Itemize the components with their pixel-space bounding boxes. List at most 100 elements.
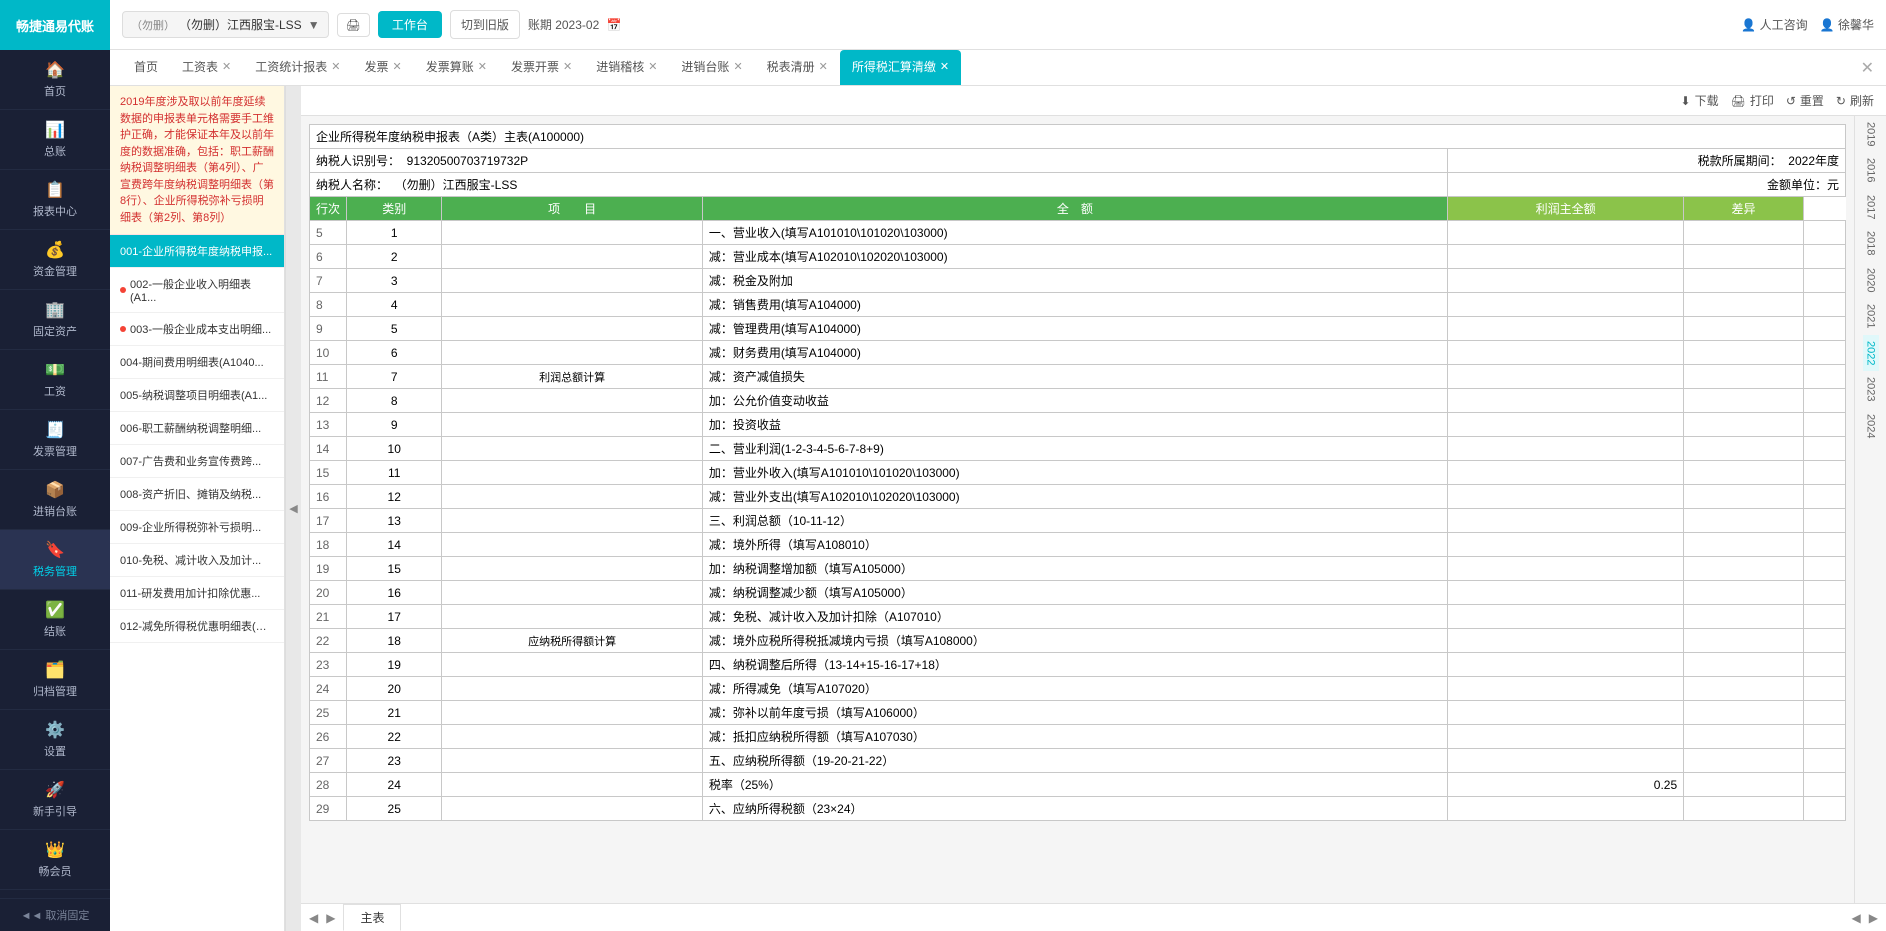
sheet-nav-left[interactable]: ◀ [309, 911, 318, 925]
sub-nav-item[interactable]: 001-企业所得税年度纳税申报... [110, 235, 284, 268]
company-selector[interactable]: （勿删） （勿删）江西服宝-LSS ▼ [122, 11, 329, 38]
amount-cell[interactable] [1448, 509, 1684, 533]
tab-发票开票[interactable]: 发票开票 ✕ [499, 50, 584, 85]
diff-cell[interactable] [1803, 221, 1845, 245]
diff-cell[interactable] [1803, 581, 1845, 605]
sidebar-item-inout[interactable]: 📦进销台账 [0, 470, 110, 530]
amount-cell[interactable] [1448, 725, 1684, 749]
diff-cell[interactable] [1803, 773, 1845, 797]
year-item-2016[interactable]: 2016 [1863, 152, 1879, 188]
sub-nav-item[interactable]: 010-免税、减计收入及加计... [110, 544, 284, 577]
lirun-cell[interactable] [1684, 365, 1804, 389]
collapse-panel-btn[interactable]: ◀ [285, 86, 301, 931]
print-icon-btn[interactable]: 🖨 [337, 13, 370, 37]
sheet-scroll-left[interactable]: ◀ [1852, 911, 1861, 925]
sidebar-item-ledger[interactable]: 📊总账 [0, 110, 110, 170]
amount-cell[interactable] [1448, 533, 1684, 557]
amount-cell[interactable] [1448, 221, 1684, 245]
amount-cell[interactable] [1448, 485, 1684, 509]
sidebar-item-settings[interactable]: ⚙️设置 [0, 710, 110, 770]
sidebar-item-close[interactable]: ✅结账 [0, 590, 110, 650]
diff-cell[interactable] [1803, 629, 1845, 653]
amount-cell[interactable] [1448, 797, 1684, 821]
lirun-cell[interactable] [1684, 221, 1804, 245]
sidebar-item-salary[interactable]: 💵工资 [0, 350, 110, 410]
tab-进销台账[interactable]: 进销台账 ✕ [669, 50, 754, 85]
lirun-cell[interactable] [1684, 461, 1804, 485]
tab-close-icon[interactable]: ✕ [819, 60, 828, 73]
lirun-cell[interactable] [1684, 605, 1804, 629]
history-button[interactable]: 切到旧版 [450, 10, 520, 39]
diff-cell[interactable] [1803, 461, 1845, 485]
amount-cell[interactable] [1448, 365, 1684, 389]
amount-cell[interactable] [1448, 701, 1684, 725]
lirun-cell[interactable] [1684, 341, 1804, 365]
amount-cell[interactable] [1448, 629, 1684, 653]
tab-所得税汇算清缴[interactable]: 所得税汇算清缴 ✕ [840, 50, 961, 85]
amount-cell[interactable] [1448, 581, 1684, 605]
lirun-cell[interactable] [1684, 581, 1804, 605]
lirun-cell[interactable] [1684, 653, 1804, 677]
lirun-cell[interactable] [1684, 389, 1804, 413]
spreadsheet-container[interactable]: 企业所得税年度纳税申报表（A类）主表(A100000)纳税人识别号： 91320… [301, 116, 1854, 903]
sidebar-item-assets[interactable]: 🏢固定资产 [0, 290, 110, 350]
diff-cell[interactable] [1803, 749, 1845, 773]
lirun-cell[interactable] [1684, 629, 1804, 653]
lirun-cell[interactable] [1684, 245, 1804, 269]
lirun-cell[interactable] [1684, 437, 1804, 461]
sidebar-item-tax[interactable]: 🔖税务管理 [0, 530, 110, 590]
lirun-cell[interactable] [1684, 773, 1804, 797]
lirun-cell[interactable] [1684, 749, 1804, 773]
amount-cell[interactable]: 0.25 [1448, 773, 1684, 797]
tab-close-icon[interactable]: ✕ [331, 60, 340, 73]
amount-cell[interactable] [1448, 389, 1684, 413]
reset-btn[interactable]: ↺ 重置 [1786, 92, 1824, 109]
lirun-cell[interactable] [1684, 677, 1804, 701]
sidebar-item-archive[interactable]: 🗂️归档管理 [0, 650, 110, 710]
lirun-cell[interactable] [1684, 293, 1804, 317]
period-calendar-icon[interactable]: 📅 [607, 18, 622, 32]
sidebar-item-invoice[interactable]: 🧾发票管理 [0, 410, 110, 470]
tab-首页[interactable]: 首页 [122, 50, 170, 85]
year-item-2024[interactable]: 2024 [1863, 408, 1879, 444]
tab-进销稽核[interactable]: 进销稽核 ✕ [584, 50, 669, 85]
diff-cell[interactable] [1803, 365, 1845, 389]
diff-cell[interactable] [1803, 677, 1845, 701]
amount-cell[interactable] [1448, 749, 1684, 773]
amount-cell[interactable] [1448, 413, 1684, 437]
lirun-cell[interactable] [1684, 413, 1804, 437]
year-item-2020[interactable]: 2020 [1863, 262, 1879, 298]
diff-cell[interactable] [1803, 245, 1845, 269]
lirun-cell[interactable] [1684, 269, 1804, 293]
diff-cell[interactable] [1803, 317, 1845, 341]
amount-cell[interactable] [1448, 293, 1684, 317]
tab-close-icon[interactable]: ✕ [478, 60, 487, 73]
year-item-2023[interactable]: 2023 [1863, 371, 1879, 407]
tab-发票[interactable]: 发票 ✕ [352, 50, 413, 85]
diff-cell[interactable] [1803, 797, 1845, 821]
diff-cell[interactable] [1803, 701, 1845, 725]
diff-cell[interactable] [1803, 725, 1845, 749]
sub-nav-item[interactable]: 005-纳税调整项目明细表(A1... [110, 379, 284, 412]
amount-cell[interactable] [1448, 269, 1684, 293]
amount-cell[interactable] [1448, 245, 1684, 269]
tab-close-icon[interactable]: ✕ [733, 60, 742, 73]
tab-close-icon[interactable]: ✕ [648, 60, 657, 73]
year-item-2017[interactable]: 2017 [1863, 189, 1879, 225]
sidebar-item-guide[interactable]: 🚀新手引导 [0, 770, 110, 830]
sub-nav-item[interactable]: 008-资产折旧、摊销及纳税... [110, 478, 284, 511]
sheet-tab-main[interactable]: 主表 [343, 904, 401, 931]
download-btn[interactable]: ⬇ 下载 [1681, 92, 1719, 109]
lirun-cell[interactable] [1684, 725, 1804, 749]
amount-cell[interactable] [1448, 341, 1684, 365]
lirun-cell[interactable] [1684, 317, 1804, 341]
diff-cell[interactable] [1803, 557, 1845, 581]
lirun-cell[interactable] [1684, 701, 1804, 725]
diff-cell[interactable] [1803, 605, 1845, 629]
amount-cell[interactable] [1448, 437, 1684, 461]
sub-nav-item[interactable]: 002-一般企业收入明细表(A1... [110, 268, 284, 313]
sheet-scroll-right[interactable]: ▶ [1869, 911, 1878, 925]
tab-close-icon[interactable]: ✕ [222, 60, 231, 73]
close-all-btn[interactable]: ✕ [1861, 58, 1874, 78]
year-item-2018[interactable]: 2018 [1863, 225, 1879, 261]
